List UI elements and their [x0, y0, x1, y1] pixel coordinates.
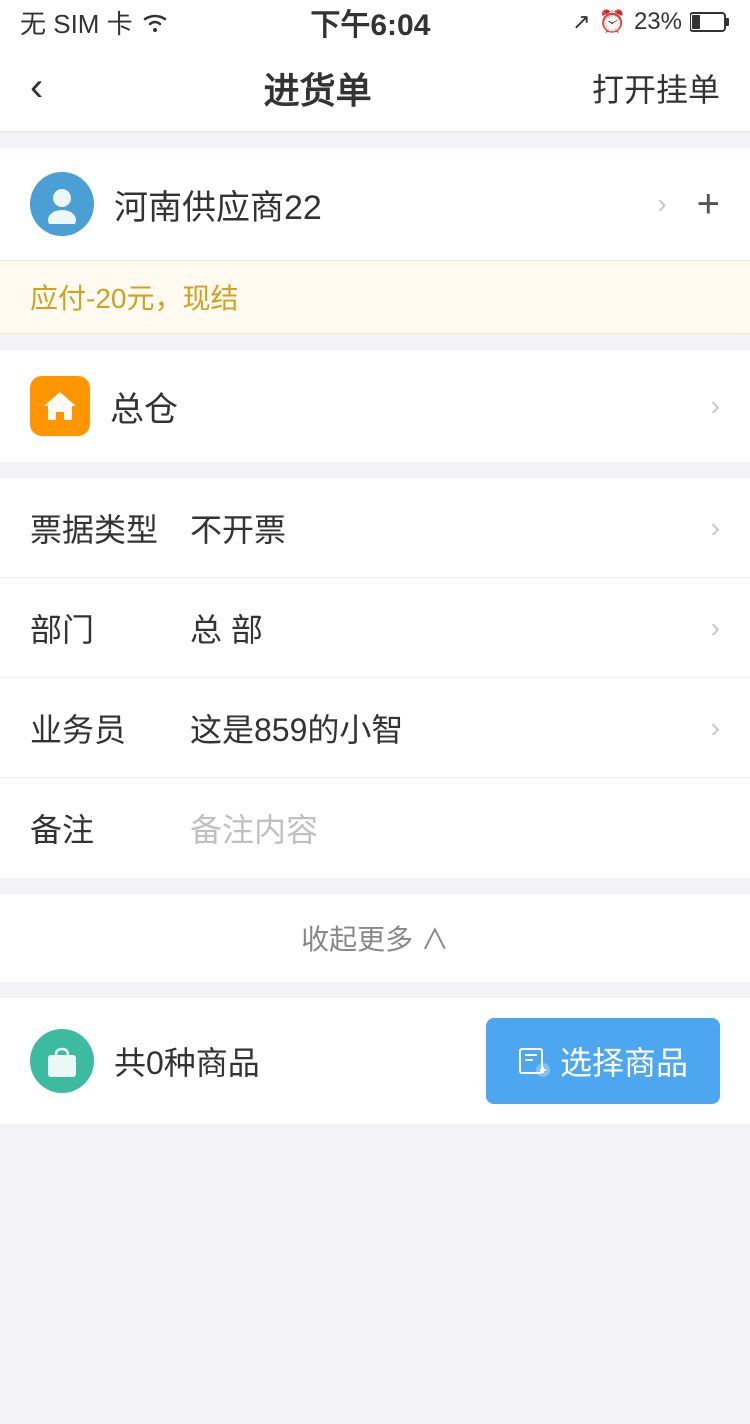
- select-product-label: 选择商品: [560, 1038, 688, 1084]
- remark-label: 备注: [30, 805, 190, 851]
- battery-label: 23%: [634, 8, 682, 36]
- warehouse-name: 总仓: [110, 382, 711, 431]
- alarm-icon: ⏰: [599, 9, 626, 35]
- salesperson-chevron-icon: ›: [711, 712, 720, 744]
- add-supplier-button[interactable]: +: [697, 182, 720, 227]
- supplier-name: 河南供应商22: [114, 180, 657, 229]
- warehouse-row[interactable]: 总仓 ›: [0, 350, 750, 462]
- product-count-label: 共0种商品: [114, 1038, 466, 1084]
- carrier-label: 无 SIM 卡: [20, 4, 133, 41]
- invoice-type-row[interactable]: 票据类型 不开票 ›: [0, 478, 750, 578]
- product-icon: [30, 1029, 94, 1093]
- remark-input[interactable]: 备注内容: [190, 805, 720, 851]
- salesperson-label: 业务员: [30, 705, 190, 751]
- status-bar: 无 SIM 卡 下午6:04 ↗ ⏰ 23%: [0, 0, 750, 44]
- wifi-icon: [141, 11, 169, 33]
- bottom-bar: 共0种商品 选择商品: [0, 998, 750, 1124]
- supplier-actions: › +: [657, 182, 720, 227]
- select-product-icon: [518, 1045, 550, 1077]
- remark-row[interactable]: 备注 备注内容: [0, 778, 750, 878]
- nav-bar: ‹ 进货单 打开挂单: [0, 44, 750, 132]
- salesperson-row[interactable]: 业务员 这是859的小智 ›: [0, 678, 750, 778]
- house-icon: [42, 388, 78, 424]
- supplier-section: 河南供应商22 › + 应付-20元，现结: [0, 148, 750, 334]
- open-pending-button[interactable]: 打开挂单: [592, 65, 720, 111]
- department-value: 总 部: [190, 605, 711, 651]
- invoice-type-label: 票据类型: [30, 505, 190, 551]
- department-label: 部门: [30, 605, 190, 651]
- supplier-row[interactable]: 河南供应商22 › +: [0, 148, 750, 260]
- page-title: 进货单: [264, 62, 372, 114]
- status-right: ↗ ⏰ 23%: [572, 8, 730, 36]
- collapse-label: 收起更多 ∧: [301, 918, 449, 958]
- department-chevron-icon: ›: [711, 612, 720, 644]
- warehouse-icon: [30, 376, 90, 436]
- collapse-row[interactable]: 收起更多 ∧: [0, 894, 750, 982]
- invoice-type-chevron-icon: ›: [711, 512, 720, 544]
- department-row[interactable]: 部门 总 部 ›: [0, 578, 750, 678]
- status-left: 无 SIM 卡: [20, 4, 169, 41]
- page-background: [0, 1124, 750, 1424]
- salesperson-value: 这是859的小智: [190, 705, 711, 751]
- supplier-avatar: [30, 172, 94, 236]
- location-icon: ↗: [572, 9, 590, 35]
- battery-icon: [690, 11, 730, 33]
- form-section: 票据类型 不开票 › 部门 总 部 › 业务员 这是859的小智 › 备注 备注…: [0, 478, 750, 878]
- status-time: 下午6:04: [310, 0, 430, 44]
- top-divider: [0, 132, 750, 148]
- supplier-chevron-icon: ›: [657, 188, 666, 220]
- back-button[interactable]: ‹: [30, 65, 43, 110]
- notice-bar: 应付-20元，现结: [0, 260, 750, 334]
- select-product-button[interactable]: 选择商品: [486, 1018, 720, 1104]
- shopping-bag-icon: [42, 1041, 82, 1081]
- person-icon: [42, 184, 82, 224]
- notice-text: 应付-20元，现结: [30, 283, 238, 314]
- invoice-type-value: 不开票: [190, 505, 711, 551]
- warehouse-chevron-icon: ›: [711, 390, 720, 422]
